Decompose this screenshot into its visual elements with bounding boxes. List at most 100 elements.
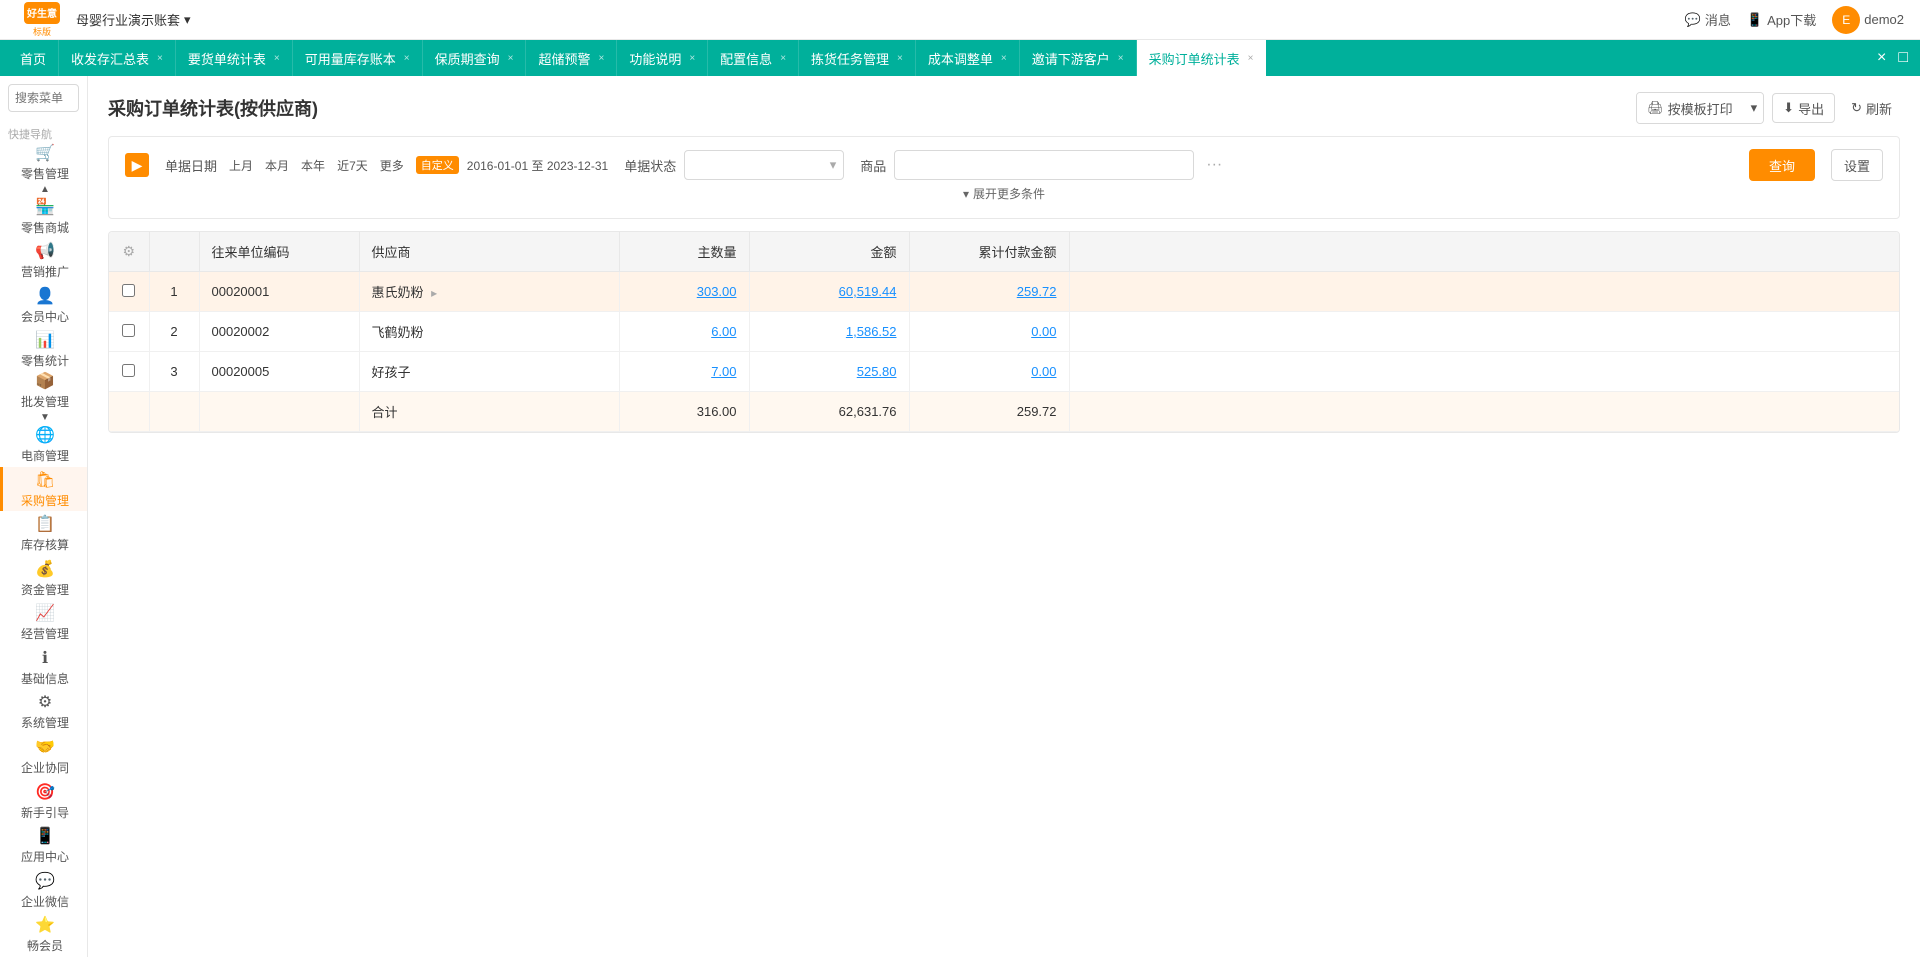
date-shortcuts: 上月 本月 本年 近7天 更多 自定义 <box>225 156 459 175</box>
tab-close-icon[interactable]: × <box>404 53 410 64</box>
sidebar-item-member-center[interactable]: 👤 会员中心 <box>0 283 87 328</box>
th-extra <box>1069 232 1899 272</box>
row-checkbox[interactable] <box>109 352 149 392</box>
sidebar-item-member[interactable]: ⭐ 畅会员 <box>0 912 87 957</box>
sidebar-item-enterprise-collab[interactable]: 🤝 企业协同 <box>0 734 87 779</box>
sidebar-item-retail-mgmt[interactable]: 🛒 零售管理 ▲ <box>0 144 87 194</box>
sidebar-item-retail-stats[interactable]: 📊 零售统计 <box>0 328 87 373</box>
workspace-selector[interactable]: 母婴行业演示账套 ▾ <box>76 10 191 29</box>
footer-row: 合计 316.00 62,631.76 259.72 <box>109 392 1899 432</box>
sidebar-item-label: 电商管理 <box>21 447 69 464</box>
row-checkbox[interactable] <box>109 272 149 312</box>
row-qty[interactable]: 303.00 <box>619 272 749 312</box>
app-download-btn[interactable]: 📱 App下载 <box>1747 10 1816 29</box>
status-select-wrap <box>684 150 844 180</box>
tab-close-icon[interactable]: × <box>274 53 280 64</box>
expand-window-icon[interactable]: □ <box>1894 45 1912 71</box>
settings-btn[interactable]: 设置 <box>1831 149 1883 181</box>
row-qty[interactable]: 6.00 <box>619 312 749 352</box>
table-row: 3 00020005 好孩子 7.00 525.80 0.00 <box>109 352 1899 392</box>
nav-tab-function-desc[interactable]: 功能说明 × <box>617 40 708 76</box>
sidebar-item-app-center[interactable]: 📱 应用中心 <box>0 823 87 868</box>
tab-label: 邀请下游客户 <box>1032 49 1110 68</box>
main-nav: 首页 收发存汇总表 × 要货单统计表 × 可用量库存账本 × 保质期查询 × 超… <box>0 40 1920 76</box>
sidebar-item-label: 营销推广 <box>21 263 69 280</box>
row-amount[interactable]: 60,519.44 <box>749 272 909 312</box>
tab-close-icon[interactable]: × <box>508 53 514 64</box>
goods-more-btn[interactable]: ··· <box>1202 156 1226 174</box>
quick-nav-label: 快捷导航 <box>0 120 87 144</box>
column-settings-icon[interactable]: ⚙ <box>122 243 135 259</box>
goods-input[interactable] <box>894 150 1194 180</box>
print-template-btn[interactable]: 🖨 按模板打印 <box>1637 93 1743 123</box>
status-select[interactable] <box>684 150 844 180</box>
nav-tab-receipt-summary[interactable]: 收发存汇总表 × <box>59 40 176 76</box>
row-checkbox-input[interactable] <box>122 364 135 377</box>
row-qty[interactable]: 7.00 <box>619 352 749 392</box>
nav-tab-requisition-summary[interactable]: 要货单统计表 × <box>176 40 293 76</box>
sidebar-item-finance-mgmt[interactable]: 💰 资金管理 <box>0 556 87 601</box>
tab-close-icon[interactable]: × <box>157 53 163 64</box>
nav-tab-purchase-summary[interactable]: 采购订单统计表 × <box>1137 40 1267 76</box>
tab-close-icon[interactable]: × <box>598 53 604 64</box>
logo-text: 标版 <box>33 25 51 38</box>
tab-close-icon[interactable]: × <box>689 53 695 64</box>
sidebar-item-ops-mgmt[interactable]: 📈 经营管理 <box>0 601 87 646</box>
row-extra <box>1069 312 1899 352</box>
date-shortcut-this-month[interactable]: 本月 <box>261 156 293 175</box>
sidebar-item-basic-info[interactable]: ℹ 基础信息 <box>0 645 87 690</box>
row-paid[interactable]: 259.72 <box>909 272 1069 312</box>
sidebar-item-marketing[interactable]: 📢 营销推广 <box>0 239 87 284</box>
message-btn[interactable]: 💬 消息 <box>1685 10 1731 29</box>
export-btn[interactable]: ⬇ 导出 <box>1772 93 1835 123</box>
row-amount[interactable]: 525.80 <box>749 352 909 392</box>
nav-tab-invite-downstream[interactable]: 邀请下游客户 × <box>1020 40 1137 76</box>
sidebar-item-system-mgmt[interactable]: ⚙ 系统管理 <box>0 690 87 735</box>
tab-close-icon[interactable]: × <box>1118 53 1124 64</box>
row-checkbox-input[interactable] <box>122 284 135 297</box>
row-paid[interactable]: 0.00 <box>909 312 1069 352</box>
date-shortcut-last-month[interactable]: 上月 <box>225 156 257 175</box>
nav-tab-available-stock[interactable]: 可用量库存账本 × <box>293 40 423 76</box>
tab-label: 可用量库存账本 <box>305 49 396 68</box>
expand-more-btn[interactable]: ▾ 展开更多条件 <box>951 181 1057 206</box>
tab-close-icon[interactable]: × <box>1001 53 1007 64</box>
top-bar-left: 好生意 标版 母婴行业演示账套 ▾ <box>16 2 191 38</box>
print-dropdown-btn[interactable]: ▾ <box>1745 93 1764 123</box>
sidebar-item-ecom-mgmt[interactable]: 🌐 电商管理 <box>0 422 87 467</box>
search-input[interactable] <box>8 84 79 112</box>
member-icon: ⭐ <box>35 915 55 935</box>
tab-close-icon[interactable]: × <box>897 53 903 64</box>
date-shortcut-this-year[interactable]: 本年 <box>297 156 329 175</box>
query-btn[interactable]: 查询 <box>1749 149 1815 181</box>
row-checkbox-input[interactable] <box>122 324 135 337</box>
date-shortcut-more[interactable]: 更多 <box>376 156 408 175</box>
row-checkbox[interactable] <box>109 312 149 352</box>
sidebar-item-enterprise-wechat[interactable]: 💬 企业微信 <box>0 868 87 913</box>
user-profile[interactable]: E demo2 <box>1832 6 1904 34</box>
sidebar-item-inventory-check[interactable]: 📋 库存核算 <box>0 511 87 556</box>
filter-toggle-btn[interactable]: ▶ <box>125 153 149 177</box>
sidebar-item-new-guide[interactable]: 🎯 新手引导 <box>0 779 87 824</box>
expand-more-label: 展开更多条件 <box>973 185 1045 202</box>
th-settings[interactable]: ⚙ <box>109 232 149 272</box>
sidebar-item-purchase-mgmt[interactable]: 🛍 采购管理 <box>0 467 87 512</box>
date-shortcut-7days[interactable]: 近7天 <box>333 156 372 175</box>
row-paid[interactable]: 0.00 <box>909 352 1069 392</box>
page-header: 采购订单统计表(按供应商) 🖨 按模板打印 ▾ ⬇ 导出 <box>108 92 1900 124</box>
nav-tab-cost-adjust[interactable]: 成本调整单 × <box>916 40 1020 76</box>
nav-tab-overstock-warning[interactable]: 超储预警 × <box>526 40 617 76</box>
tab-close-icon[interactable]: × <box>1248 53 1254 64</box>
refresh-btn[interactable]: ↻ 刷新 <box>1843 94 1900 123</box>
row-amount[interactable]: 1,586.52 <box>749 312 909 352</box>
avatar: E <box>1832 6 1860 34</box>
nav-tab-home[interactable]: 首页 <box>8 40 59 76</box>
close-window-icon[interactable]: × <box>1873 45 1890 71</box>
nav-tab-expiry-query[interactable]: 保质期查询 × <box>423 40 527 76</box>
basic-info-icon: ℹ <box>42 648 48 668</box>
nav-tab-config-info[interactable]: 配置信息 × <box>708 40 799 76</box>
sidebar-item-retail-store[interactable]: 🏪 零售商城 <box>0 194 87 239</box>
tab-close-icon[interactable]: × <box>780 53 786 64</box>
sidebar-item-wholesale-mgmt[interactable]: 📦 批发管理 ▼ <box>0 372 87 422</box>
nav-tab-pick-task[interactable]: 拣货任务管理 × <box>799 40 916 76</box>
